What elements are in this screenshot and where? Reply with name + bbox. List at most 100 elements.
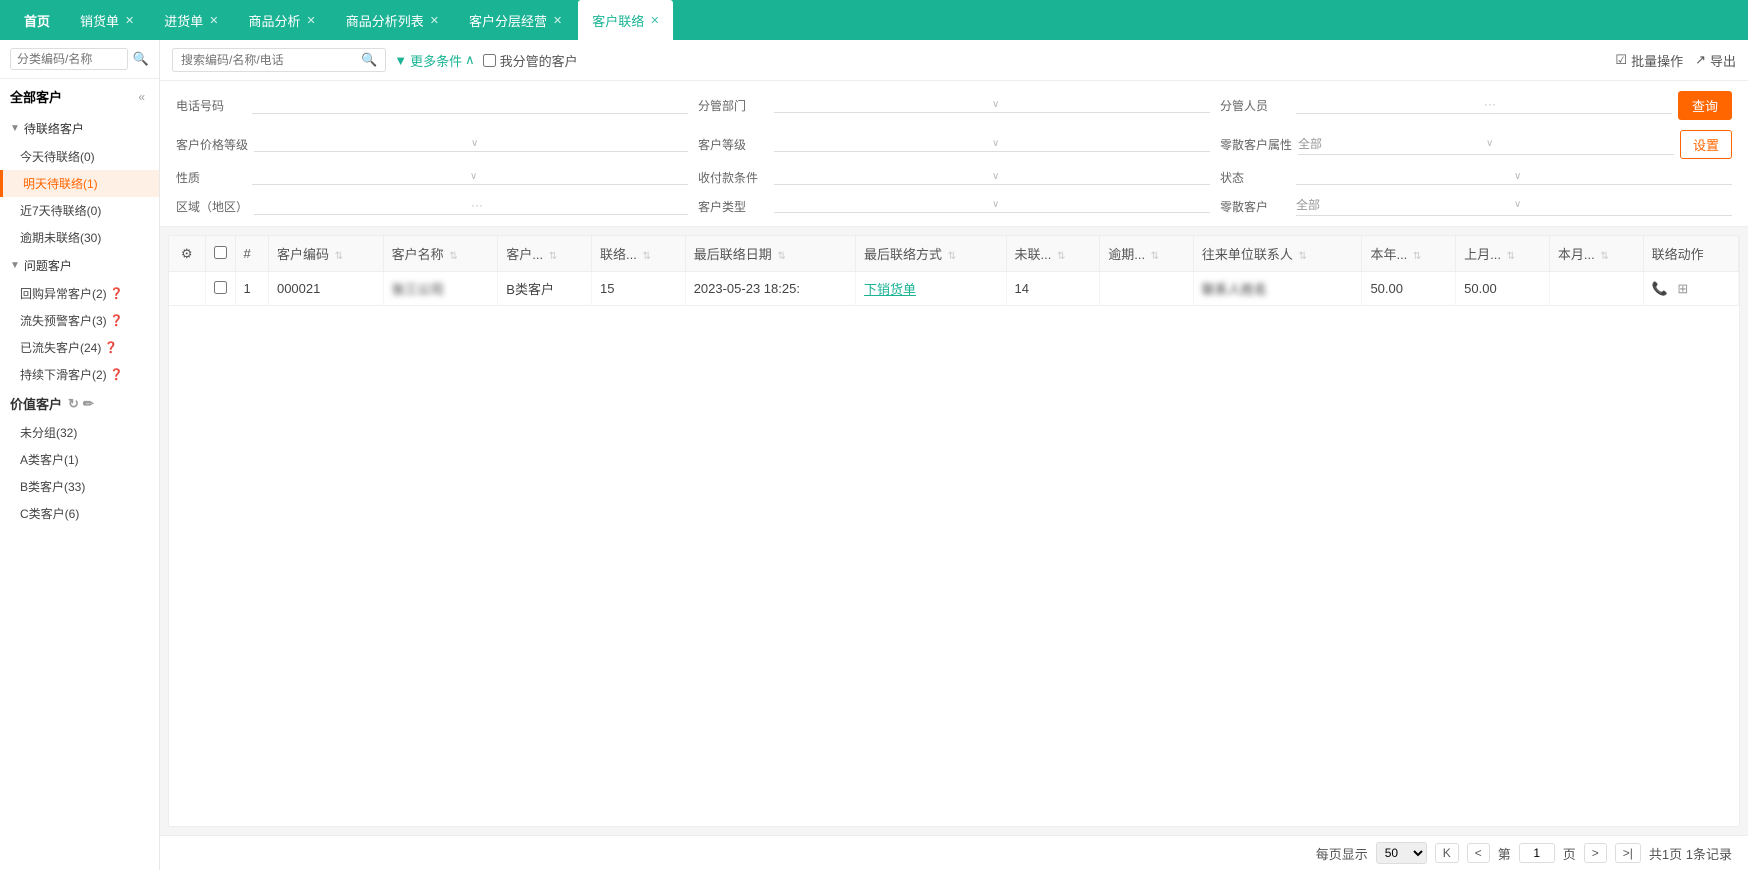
- close-icon[interactable]: ✕: [650, 14, 659, 27]
- sidebar-group-problem: 问题客户 回购异常客户(2) ❓ 流失预警客户(3) ❓ 已流失客户(24) ❓…: [0, 251, 159, 388]
- prev-page-button[interactable]: <: [1467, 843, 1490, 863]
- region-dots-btn[interactable]: ···: [471, 198, 688, 212]
- search-input-wrap: 🔍: [172, 48, 386, 72]
- question-icon: ❓: [104, 341, 118, 354]
- search-icon[interactable]: 🔍: [361, 52, 377, 68]
- question-icon: ❓: [110, 314, 124, 327]
- nav-item-sales[interactable]: 销货单 ✕: [66, 0, 148, 40]
- nav-item-product-analysis[interactable]: 商品分析 ✕: [234, 0, 329, 40]
- sidebar-search-input[interactable]: [10, 48, 128, 70]
- dept-select[interactable]: ∨: [774, 99, 1210, 113]
- next-page-button[interactable]: >: [1584, 843, 1607, 863]
- nature-select[interactable]: ∨: [252, 171, 688, 185]
- customer-type-select[interactable]: ∨: [774, 199, 1210, 213]
- page-input[interactable]: [1519, 843, 1555, 863]
- chevron-down-icon: ∨: [1514, 171, 1732, 182]
- more-filter-button[interactable]: ▼ 更多条件 ∧: [394, 51, 474, 70]
- col-this-month[interactable]: 本月... ⇅: [1549, 236, 1643, 272]
- settings-button[interactable]: 设置: [1680, 130, 1732, 159]
- refresh-icon[interactable]: ↻: [68, 396, 79, 412]
- sidebar-item-lost[interactable]: 已流失客户(24) ❓: [0, 334, 159, 361]
- col-unit-contact[interactable]: 往来单位联系人 ⇅: [1193, 236, 1362, 272]
- col-type[interactable]: 客户... ⇅: [498, 236, 592, 272]
- gear-col-header[interactable]: ⚙: [169, 236, 205, 272]
- close-icon[interactable]: ✕: [209, 14, 218, 27]
- phone-action-icon[interactable]: 📞: [1652, 281, 1668, 296]
- filter-price-level: 客户价格等级 ∨: [176, 136, 688, 153]
- sidebar-item-loss-warning[interactable]: 流失预警客户(3) ❓: [0, 307, 159, 334]
- sidebar-item-c-class[interactable]: C类客户(6): [0, 500, 159, 527]
- sidebar-item-today[interactable]: 今天待联络(0): [0, 143, 159, 170]
- sort-icon: ⇅: [549, 251, 557, 262]
- all-customers-label: 全部客户: [10, 87, 62, 106]
- col-this-year[interactable]: 本年... ⇅: [1362, 236, 1456, 272]
- payment-select[interactable]: ∨: [774, 171, 1210, 185]
- close-icon[interactable]: ✕: [307, 14, 316, 27]
- sidebar-item-abnormal[interactable]: 回购异常客户(2) ❓: [0, 280, 159, 307]
- nav-item-customer-contact[interactable]: 客户联络 ✕: [578, 0, 673, 40]
- col-last-way[interactable]: 最后联络方式 ⇅: [855, 236, 1006, 272]
- filter-region: 区域（地区） ···: [176, 198, 688, 215]
- sidebar-search-bar: 🔍: [0, 40, 159, 79]
- close-icon[interactable]: ✕: [553, 14, 562, 27]
- close-icon[interactable]: ✕: [125, 14, 134, 27]
- col-contact[interactable]: 联络... ⇅: [591, 236, 685, 272]
- col-no-contact[interactable]: 未联... ⇅: [1006, 236, 1100, 272]
- sidebar-item-7days[interactable]: 近7天待联络(0): [0, 197, 159, 224]
- col-last-month[interactable]: 上月... ⇅: [1456, 236, 1550, 272]
- batch-op-button[interactable]: ☑ 批量操作: [1615, 51, 1683, 70]
- sort-icon: ⇅: [1600, 251, 1608, 262]
- sidebar-group-title-pending[interactable]: 待联络客户: [0, 114, 159, 143]
- edit-icon[interactable]: ✏: [83, 396, 94, 412]
- status-select[interactable]: ∨: [1296, 171, 1732, 185]
- export-button[interactable]: ↗ 导出: [1695, 51, 1736, 70]
- sidebar-item-b-class[interactable]: B类客户(33): [0, 473, 159, 500]
- price-level-select[interactable]: ∨: [254, 138, 688, 152]
- cell-last-month: 50.00: [1456, 272, 1550, 306]
- sidebar-item-tomorrow[interactable]: 明天待联络(1): [0, 170, 159, 197]
- col-overdue[interactable]: 逾期... ⇅: [1100, 236, 1194, 272]
- sidebar-collapse-btn[interactable]: «: [134, 88, 149, 106]
- cell-this-year: 50.00: [1362, 272, 1456, 306]
- nav-item-product-list[interactable]: 商品分析列表 ✕: [332, 0, 453, 40]
- sidebar-item-a-class[interactable]: A类客户(1): [0, 446, 159, 473]
- grid-action-icon[interactable]: ⊞: [1677, 281, 1688, 296]
- page-size-label: 每页显示: [1316, 844, 1368, 863]
- sidebar-group-title-problem[interactable]: 问题客户: [0, 251, 159, 280]
- sidebar-item-declining[interactable]: 持续下滑客户(2) ❓: [0, 361, 159, 388]
- manager-dots-btn[interactable]: ···: [1484, 97, 1672, 111]
- retail-attr-select[interactable]: 全部 ∨: [1298, 135, 1674, 155]
- check-col-header[interactable]: [205, 236, 235, 272]
- nav-item-customer-layer[interactable]: 客户分层经营 ✕: [455, 0, 576, 40]
- col-code[interactable]: 客户编码 ⇅: [268, 236, 383, 272]
- sort-icon: ⇅: [1413, 251, 1421, 262]
- phone-input[interactable]: [252, 97, 688, 111]
- nav-item-purchase[interactable]: 进货单 ✕: [150, 0, 232, 40]
- cell-last-way[interactable]: 下销货单: [855, 272, 1006, 306]
- my-customers-checkbox[interactable]: 我分管的客户: [483, 51, 578, 70]
- filter-icon: ▼: [394, 53, 407, 68]
- chevron-down-icon: ∨: [471, 138, 688, 149]
- page-size-select[interactable]: 50 100 200: [1376, 842, 1427, 864]
- retail-customer-select[interactable]: 全部 ∨: [1296, 196, 1732, 216]
- toolbar-right: ☑ 批量操作 ↗ 导出: [1615, 51, 1736, 70]
- col-name[interactable]: 客户名称 ⇅: [383, 236, 498, 272]
- query-button[interactable]: 查询: [1678, 91, 1732, 120]
- top-nav: 首页 销货单 ✕ 进货单 ✕ 商品分析 ✕ 商品分析列表 ✕ 客户分层经营 ✕ …: [0, 0, 1748, 40]
- nav-item-home[interactable]: 首页: [10, 0, 64, 40]
- last-page-button[interactable]: >|: [1615, 843, 1641, 863]
- customer-level-select[interactable]: ∨: [774, 138, 1210, 152]
- search-input[interactable]: [181, 53, 361, 67]
- all-customers-row[interactable]: 全部客户 «: [0, 79, 159, 114]
- search-icon[interactable]: 🔍: [133, 51, 149, 67]
- close-icon[interactable]: ✕: [430, 14, 439, 27]
- first-page-button[interactable]: K: [1435, 843, 1459, 863]
- sidebar-item-overdue[interactable]: 逾期未联络(30): [0, 224, 159, 251]
- cell-no-contact: 14: [1006, 272, 1100, 306]
- sidebar-group-header-value[interactable]: 价值客户 ↻ ✏: [0, 388, 159, 419]
- sort-icon: ⇅: [335, 251, 343, 262]
- question-icon: ❓: [110, 287, 124, 300]
- col-last-date[interactable]: 最后联络日期 ⇅: [685, 236, 855, 272]
- chevron-down-icon: ∨: [1486, 138, 1674, 149]
- sidebar-item-ungrouped[interactable]: 未分组(32): [0, 419, 159, 446]
